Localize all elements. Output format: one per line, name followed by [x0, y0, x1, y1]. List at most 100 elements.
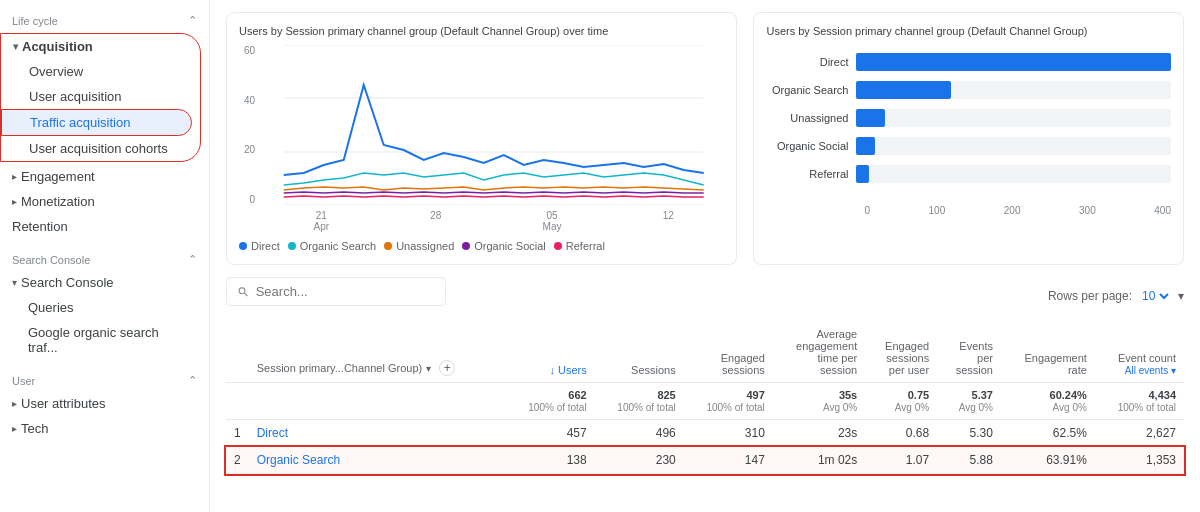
total-engaged-value: 497 — [746, 389, 764, 401]
row2-users: 138 — [506, 447, 595, 474]
sidebar-item-search-console[interactable]: ▾ Search Console — [0, 270, 201, 295]
lifecycle-collapse-icon[interactable]: ⌃ — [188, 14, 197, 27]
th-sessions[interactable]: Sessions — [595, 322, 684, 383]
bar-x-100: 100 — [929, 205, 946, 216]
data-table: Session primary...Channel Group) ▾ + ↓ U… — [226, 322, 1184, 474]
total-engagement-rate: 60.24% Avg 0% — [1001, 383, 1095, 420]
legend-direct: Direct — [239, 240, 280, 252]
total-users-value: 662 — [568, 389, 586, 401]
th-users[interactable]: ↓ Users — [506, 322, 595, 383]
total-channel — [249, 383, 506, 420]
sidebar-item-user-attributes[interactable]: ▸ User attributes — [0, 391, 201, 416]
lifecycle-section-header: Life cycle ⌃ — [0, 8, 209, 31]
total-users-sub: 100% of total — [528, 402, 586, 413]
search-input[interactable] — [256, 284, 435, 299]
sidebar-item-acquisition[interactable]: ▾ Acquisition — [1, 34, 192, 59]
add-dimension-btn[interactable]: + — [439, 360, 455, 376]
total-eps-sub: Avg 0% — [959, 402, 993, 413]
user-collapse-icon[interactable]: ⌃ — [188, 374, 197, 387]
row2-channel[interactable]: Organic Search — [249, 447, 506, 474]
bar-track-referral — [856, 165, 1171, 183]
search-console-arrow: ▾ — [12, 277, 17, 288]
th-event-count-sub[interactable]: All events ▾ — [1125, 365, 1176, 376]
tech-label: Tech — [21, 421, 48, 436]
bar-fill-unassigned — [856, 109, 884, 127]
legend-dot-direct — [239, 242, 247, 250]
bar-label-unassigned: Unassigned — [766, 112, 856, 124]
sidebar-item-user-acquisition[interactable]: User acquisition — [1, 84, 192, 109]
sidebar-item-retention[interactable]: Retention — [0, 214, 201, 239]
sidebar-item-traffic-acquisition[interactable]: Traffic acquisition — [1, 109, 192, 136]
sidebar-item-queries[interactable]: Queries — [0, 295, 201, 320]
x-label-21apr: 21Apr — [314, 210, 330, 232]
bar-track-organic-search — [856, 81, 1171, 99]
sidebar: Life cycle ⌃ ▾ Acquisition Overview User… — [0, 0, 210, 512]
bar-track-organic-social — [856, 137, 1171, 155]
legend-referral: Referral — [554, 240, 605, 252]
bar-x-200: 200 — [1004, 205, 1021, 216]
bar-label-organic-search: Organic Search — [766, 84, 856, 96]
total-engaged-per-user: 0.75 Avg 0% — [865, 383, 937, 420]
google-organic-label: Google organic search traf... — [28, 325, 189, 355]
monetization-arrow: ▸ — [12, 196, 17, 207]
line-chart-svg — [263, 45, 724, 205]
search-bar[interactable] — [226, 277, 446, 306]
th-avg-engagement-label: Averageengagementtime persession — [796, 328, 857, 376]
th-engagement-rate-label: Engagementrate — [1024, 352, 1086, 376]
rows-per-page-select[interactable]: 10 25 50 — [1138, 288, 1172, 304]
row2-er: 63.91% — [1001, 447, 1095, 474]
th-avg-engagement[interactable]: Averageengagementtime persession — [773, 322, 865, 383]
table-total-row: 662 100% of total 825 100% of total 497 … — [226, 383, 1184, 420]
th-engagement-rate[interactable]: Engagementrate — [1001, 322, 1095, 383]
sidebar-item-engagement[interactable]: ▸ Engagement — [0, 164, 201, 189]
search-console-section-label: Search Console — [12, 254, 90, 266]
search-console-collapse-icon[interactable]: ⌃ — [188, 253, 197, 266]
th-channel-label: Session primary...Channel Group) — [257, 362, 422, 374]
x-label-12: 12 — [663, 210, 674, 232]
th-channel[interactable]: Session primary...Channel Group) ▾ + — [249, 322, 506, 383]
legend-label-direct: Direct — [251, 240, 280, 252]
total-avg-engagement: 35s Avg 0% — [773, 383, 865, 420]
total-er-value: 60.24% — [1050, 389, 1087, 401]
user-attributes-label: User attributes — [21, 396, 106, 411]
row1-num: 1 — [226, 420, 249, 447]
legend-organic-search: Organic Search — [288, 240, 376, 252]
total-avg-sub: Avg 0% — [823, 402, 857, 413]
acquisition-label: Acquisition — [22, 39, 93, 54]
legend-dot-organic-search — [288, 242, 296, 250]
row1-avg: 23s — [773, 420, 865, 447]
th-engaged-per-user[interactable]: Engagedsessionsper user — [865, 322, 937, 383]
th-sessions-label: Sessions — [631, 364, 676, 376]
th-events-per-session[interactable]: Eventspersession — [937, 322, 1001, 383]
engagement-label: Engagement — [21, 169, 95, 184]
total-users: 662 100% of total — [506, 383, 595, 420]
lifecycle-label: Life cycle — [12, 15, 58, 27]
sidebar-item-overview[interactable]: Overview — [1, 59, 192, 84]
bar-row-direct: Direct — [766, 53, 1171, 71]
tech-arrow: ▸ — [12, 423, 17, 434]
bar-x-0: 0 — [864, 205, 870, 216]
bar-row-unassigned: Unassigned — [766, 109, 1171, 127]
th-engaged-sessions[interactable]: Engagedsessions — [684, 322, 773, 383]
sidebar-item-tech[interactable]: ▸ Tech — [0, 416, 201, 441]
th-num — [226, 322, 249, 383]
row2-ec: 1,353 — [1095, 447, 1184, 474]
th-engaged-sessions-label: Engagedsessions — [721, 352, 765, 376]
sidebar-item-google-organic[interactable]: Google organic search traf... — [0, 320, 201, 360]
total-ec-value: 4,434 — [1148, 389, 1176, 401]
x-label-28: 28 — [430, 210, 441, 232]
th-channel-dropdown[interactable]: ▾ — [426, 363, 431, 374]
total-sessions-value: 825 — [657, 389, 675, 401]
bar-fill-referral — [856, 165, 869, 183]
search-console-label: Search Console — [21, 275, 114, 290]
total-avg-value: 35s — [839, 389, 857, 401]
sidebar-item-monetization[interactable]: ▸ Monetization — [0, 189, 201, 214]
total-epu-sub: Avg 0% — [895, 402, 929, 413]
user-section-header: User ⌃ — [0, 368, 209, 391]
x-label-05may: 05May — [543, 210, 562, 232]
th-event-count[interactable]: Event count All events ▾ — [1095, 322, 1184, 383]
line-chart-container: Users by Session primary channel group (… — [226, 12, 737, 265]
sidebar-item-ua-cohorts[interactable]: User acquisition cohorts — [1, 136, 192, 161]
row1-channel[interactable]: Direct — [249, 420, 506, 447]
row1-sessions: 496 — [595, 420, 684, 447]
